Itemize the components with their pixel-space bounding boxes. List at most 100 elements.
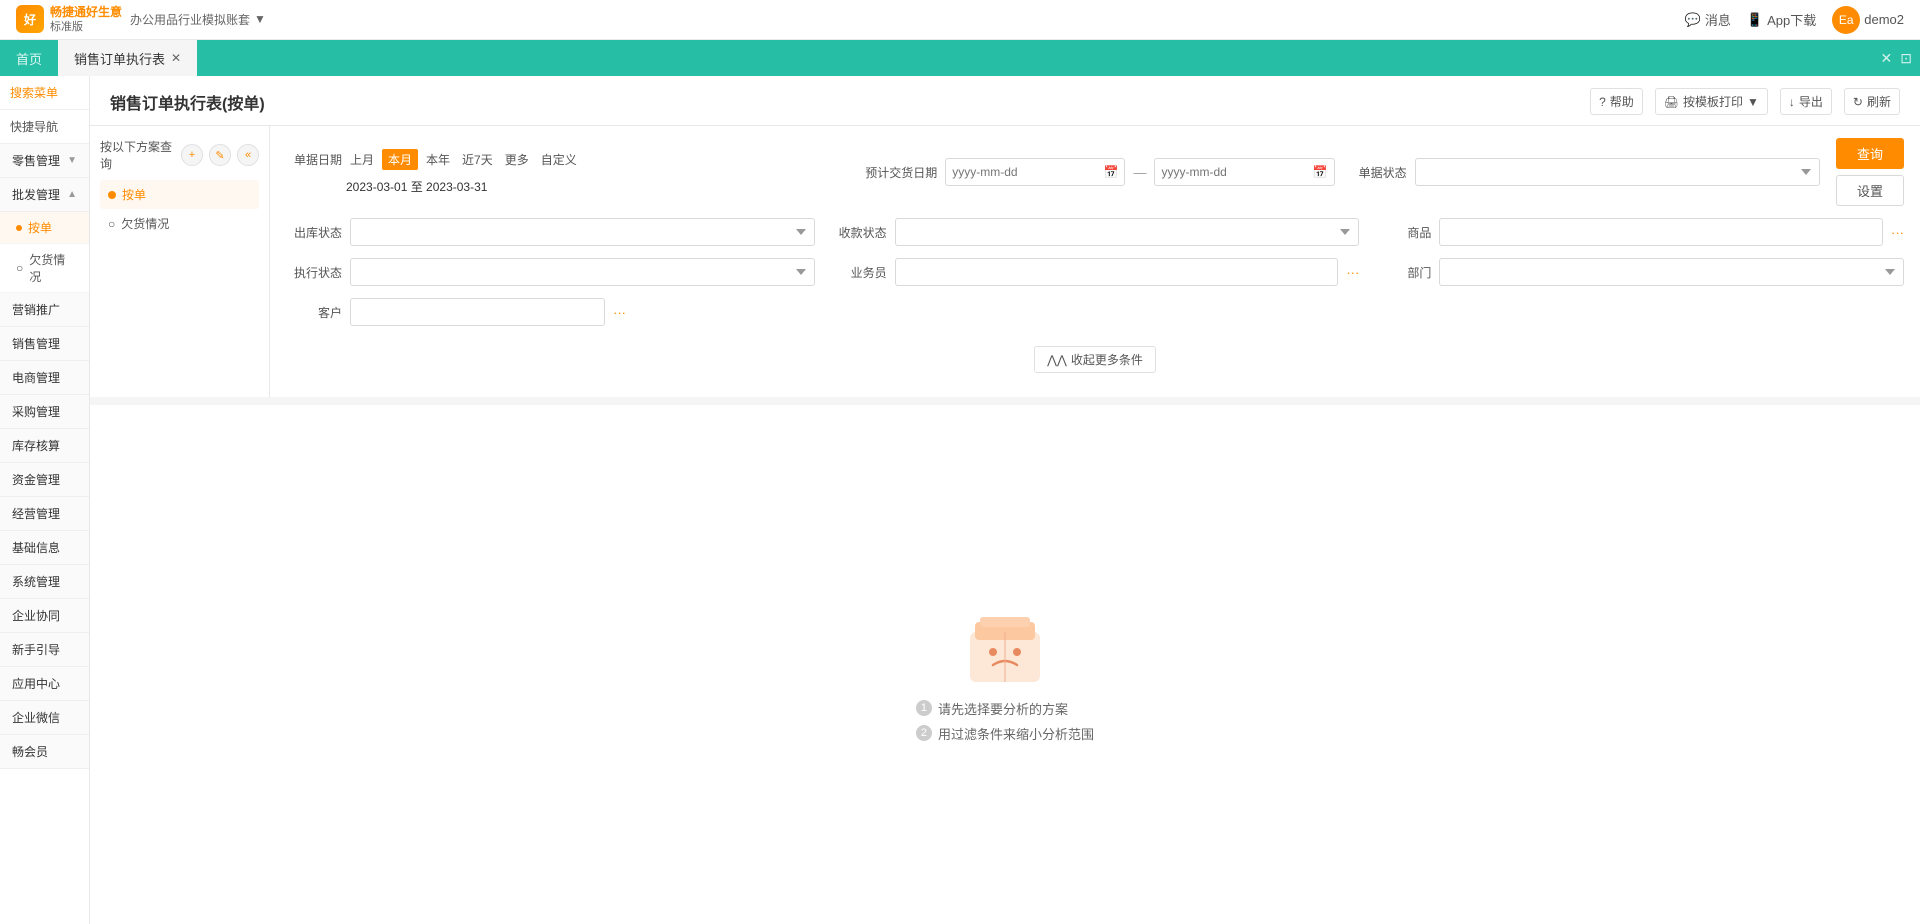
product-ellipsis-btn[interactable]: ···	[1891, 225, 1904, 240]
query-btn[interactable]: 查询	[1836, 138, 1904, 169]
tab-close-icon[interactable]: ✕	[171, 51, 181, 65]
department-group: 部门	[1375, 258, 1904, 286]
sidebar-search-menu[interactable]: 搜索菜单	[0, 76, 89, 110]
collapse-icon: ⋀⋀	[1047, 353, 1067, 367]
logo-text: 畅捷通好生意 标准版	[50, 5, 122, 35]
scheme-item-debt[interactable]: ○ 欠货情况	[100, 209, 259, 238]
exec-status-group: 执行状态	[286, 258, 815, 286]
delivery-status-group: 出库状态	[286, 218, 815, 246]
tab-home[interactable]: 首页	[0, 40, 58, 76]
sidebar-item-retail[interactable]: 零售管理 ▼	[0, 144, 89, 178]
calendar-icon: 📅	[1104, 165, 1119, 179]
settings-btn[interactable]: 设置	[1836, 175, 1904, 206]
date-tab-this-year[interactable]: 本年	[422, 149, 454, 170]
filter-right: 单据日期 上月 本月 本年 近7天 更多 自定义 2023-03-01 至 20…	[270, 126, 1920, 397]
sidebar-item-newbie[interactable]: 新手引导	[0, 633, 89, 667]
sidebar-sub-byorder[interactable]: 按单	[0, 212, 89, 244]
empty-state: 1 请先选择要分析的方案 2 用过滤条件来缩小分析范围	[916, 587, 1094, 743]
export-btn[interactable]: ↓ 导出	[1780, 88, 1832, 115]
header-right: 💬 消息 📱 App下载 Ea demo2	[1685, 6, 1904, 34]
add-scheme-btn[interactable]: +	[181, 144, 203, 166]
logo-icon: 好	[16, 5, 44, 33]
export-icon: ↓	[1789, 95, 1795, 109]
sidebar-item-wechat[interactable]: 企业微信	[0, 701, 89, 735]
header-left: 好 畅捷通好生意 标准版 办公用品行业模拟账套 ▼	[16, 5, 266, 35]
user-profile[interactable]: Ea demo2	[1832, 6, 1904, 34]
header-menu-bar: 办公用品行业模拟账套 ▼	[130, 11, 266, 28]
sidebar-item-ecommerce[interactable]: 电商管理	[0, 361, 89, 395]
sidebar-item-operations[interactable]: 经营管理	[0, 497, 89, 531]
table-area: 1 请先选择要分析的方案 2 用过滤条件来缩小分析范围	[90, 405, 1920, 924]
tab-sales-order[interactable]: 销售订单执行表 ✕	[58, 40, 197, 76]
filter-left: 按以下方案查询 + ✎ « 按单	[90, 126, 270, 397]
customer-ellipsis-btn[interactable]: ···	[613, 305, 626, 320]
window-maximize-icon[interactable]: ⊡	[1900, 50, 1912, 67]
avatar: Ea	[1832, 6, 1860, 34]
sidebar-item-basic[interactable]: 基础信息	[0, 531, 89, 565]
predicted-date-from-input[interactable]	[952, 165, 1099, 179]
empty-illustration	[955, 587, 1055, 687]
empty-tip-1: 1 请先选择要分析的方案	[916, 699, 1094, 718]
help-icon: ?	[1599, 95, 1606, 109]
product-input[interactable]	[1439, 218, 1883, 246]
refresh-btn[interactable]: ↻ 刷新	[1844, 88, 1900, 115]
app-icon: 📱	[1747, 12, 1763, 28]
scheme-item-byorder[interactable]: 按单	[100, 180, 259, 209]
calendar-icon: 📅	[1313, 165, 1328, 179]
status-select[interactable]	[1415, 158, 1820, 186]
print-icon: 🖨	[1664, 95, 1679, 109]
filter-row-2: 出库状态 收款状态 商品 ···	[286, 218, 1904, 246]
tab-bar: 首页 销售订单执行表 ✕ ✕ ⊡	[0, 40, 1920, 76]
sidebar-item-appstore[interactable]: 应用中心	[0, 667, 89, 701]
date-range-row: 2023-03-01 至 2023-03-31	[286, 178, 849, 195]
content-area: 销售订单执行表(按单) ? 帮助 🖨 按模板打印 ▼ ↓ 导出 ↻ 刷新	[90, 76, 1920, 924]
sidebar-item-marketing[interactable]: 营销推广	[0, 293, 89, 327]
query-btn-group: 查询 设置	[1836, 138, 1904, 206]
sidebar-item-sales[interactable]: 销售管理	[0, 327, 89, 361]
filter-row-1: 单据日期 上月 本月 本年 近7天 更多 自定义 2023-03-01 至 20…	[286, 138, 1904, 206]
salesperson-ellipsis-btn[interactable]: ···	[1346, 265, 1359, 280]
department-select[interactable]	[1439, 258, 1904, 286]
date-tab-this-month[interactable]: 本月	[382, 149, 418, 170]
message-btn[interactable]: 💬 消息	[1685, 10, 1731, 29]
sidebar-item-purchase[interactable]: 采购管理	[0, 395, 89, 429]
collapse-scheme-btn[interactable]: «	[237, 144, 259, 166]
help-btn[interactable]: ? 帮助	[1590, 88, 1643, 115]
sidebar-sub-debt[interactable]: ○ 欠货情况	[0, 244, 89, 293]
sidebar-item-system[interactable]: 系统管理	[0, 565, 89, 599]
salesperson-input[interactable]	[895, 258, 1339, 286]
predicted-date-to[interactable]: 📅	[1154, 158, 1334, 186]
collapse-filter-btn[interactable]: ⋀⋀ 收起更多条件	[1034, 346, 1156, 373]
page-header-actions: ? 帮助 🖨 按模板打印 ▼ ↓ 导出 ↻ 刷新	[1590, 88, 1900, 125]
sidebar: 搜索菜单 快捷导航 零售管理 ▼ 批发管理 ▲ 按单 ○ 欠货情况 营销推广 销…	[0, 76, 90, 924]
template-print-btn[interactable]: 🖨 按模板打印 ▼	[1655, 88, 1768, 115]
date-tab-last-month[interactable]: 上月	[346, 149, 378, 170]
date-tab-custom[interactable]: 自定义	[537, 149, 581, 170]
edit-scheme-btn[interactable]: ✎	[209, 144, 231, 166]
sidebar-item-company[interactable]: 企业协同	[0, 599, 89, 633]
active-dot-icon	[16, 225, 22, 231]
predicted-date-to-input[interactable]	[1161, 165, 1308, 179]
customer-input[interactable]	[350, 298, 605, 326]
customer-group: 客户 ···	[286, 298, 626, 326]
window-close-icon[interactable]: ✕	[1881, 50, 1893, 67]
empty-tip-2: 2 用过滤条件来缩小分析范围	[916, 724, 1094, 743]
exec-status-select[interactable]	[350, 258, 815, 286]
sidebar-quick-nav[interactable]: 快捷导航	[0, 110, 89, 144]
filter-row-3: 执行状态 业务员 ··· 部门	[286, 258, 1904, 286]
tab-bar-actions: ✕ ⊡	[1873, 40, 1920, 76]
sidebar-item-wholesale[interactable]: 批发管理 ▲	[0, 178, 89, 212]
payment-status-select[interactable]	[895, 218, 1360, 246]
empty-svg-icon	[955, 587, 1055, 687]
logo-area: 好 畅捷通好生意 标准版	[16, 5, 122, 35]
sidebar-item-finance[interactable]: 资金管理	[0, 463, 89, 497]
sidebar-item-member[interactable]: 畅会员	[0, 735, 89, 769]
filter-left-header: 按以下方案查询 + ✎ «	[100, 138, 259, 172]
app-download-btn[interactable]: 📱 App下载	[1747, 10, 1816, 29]
predicted-date-from[interactable]: 📅	[945, 158, 1125, 186]
date-tab-more[interactable]: 更多	[501, 149, 533, 170]
message-icon: 💬	[1685, 12, 1701, 28]
delivery-status-select[interactable]	[350, 218, 815, 246]
date-tab-7days[interactable]: 近7天	[458, 149, 497, 170]
sidebar-item-inventory[interactable]: 库存核算	[0, 429, 89, 463]
